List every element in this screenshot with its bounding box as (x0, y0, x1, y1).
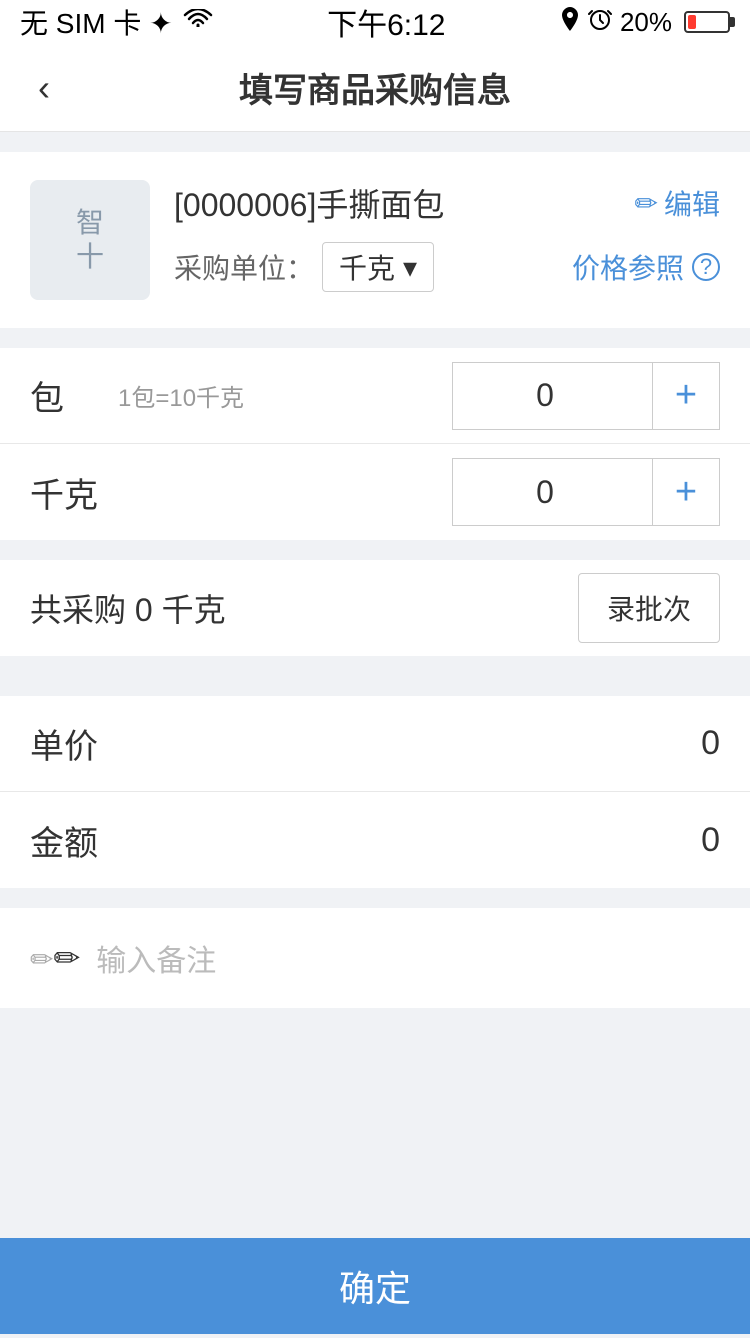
battery-icon (684, 11, 730, 33)
bag-label: 包 (30, 371, 110, 420)
bag-sublabel: 1包=10千克 (118, 378, 452, 413)
status-bar: 无 SIM 卡 ✦ 下午6:12 20% (0, 0, 750, 44)
summary-row: 共采购 0 千克 录批次 (0, 560, 750, 656)
unit-price-value: 0 (701, 724, 720, 763)
wifi-icon (183, 6, 213, 38)
product-unit-row: 采购单位： 千克 ▾ 价格参照 ? (174, 242, 720, 292)
price-ref-label: 价格参照 (572, 247, 684, 287)
kg-label: 千克 (30, 468, 110, 517)
unit-label: 采购单位： (174, 247, 314, 287)
product-header: [0000006]手撕面包 ✏ 编辑 (174, 180, 720, 226)
sim-label: 无 SIM 卡 ✦ (20, 2, 173, 42)
notes-placeholder: 输入备注 (96, 936, 216, 980)
divider-1 (0, 328, 750, 348)
kg-input-row: 千克 + (0, 444, 750, 540)
confirm-button[interactable]: 确定 (0, 1238, 750, 1334)
amount-label: 金额 (30, 816, 701, 865)
divider-3 (0, 656, 750, 676)
bag-plus-button[interactable]: + (652, 362, 720, 430)
info-icon: ? (692, 253, 720, 281)
quantity-section: 包 1包=10千克 + 千克 + (0, 348, 750, 540)
bag-input-wrapper: + (452, 362, 720, 430)
unit-price-row: 单价 0 (0, 696, 750, 792)
summary-section: 共采购 0 千克 录批次 (0, 560, 750, 656)
unit-price-label: 单价 (30, 719, 701, 768)
battery-percent: 20% (620, 7, 672, 38)
batch-button[interactable]: 录批次 (578, 573, 720, 643)
kg-quantity-input[interactable] (452, 458, 652, 526)
status-time: 下午6:12 (327, 0, 445, 44)
unit-value: 千克 (339, 247, 395, 287)
logo-line1: 智 (76, 206, 104, 240)
back-button[interactable]: ‹ (28, 57, 60, 119)
unit-select[interactable]: 千克 ▾ (322, 242, 434, 292)
status-right: 20% (560, 7, 730, 38)
notes-section[interactable]: ✏ 输入备注 (0, 908, 750, 1008)
amount-row: 金额 0 (0, 792, 750, 888)
kg-input-wrapper: + (452, 458, 720, 526)
amount-value: 0 (701, 821, 720, 860)
product-image: 智 十 (30, 180, 150, 300)
location-icon (560, 7, 580, 38)
summary-text: 共采购 0 千克 (30, 585, 578, 631)
product-card: 智 十 [0000006]手撕面包 ✏ 编辑 采购单位： 千克 ▾ 价格参照 ? (0, 152, 750, 328)
divider-2 (0, 540, 750, 560)
price-section: 单价 0 金额 0 (0, 696, 750, 888)
price-ref-button[interactable]: 价格参照 ? (572, 247, 720, 287)
edit-button[interactable]: ✏ 编辑 (635, 183, 720, 223)
bag-quantity-input[interactable] (452, 362, 652, 430)
edit-label: 编辑 (664, 183, 720, 223)
edit-pencil-icon: ✏ (635, 187, 658, 220)
notes-pencil-icon: ✏ (30, 939, 80, 977)
bag-input-row: 包 1包=10千克 + (0, 348, 750, 444)
kg-plus-button[interactable]: + (652, 458, 720, 526)
unit-dropdown-icon: ▾ (403, 251, 417, 284)
product-info: [0000006]手撕面包 ✏ 编辑 采购单位： 千克 ▾ 价格参照 ? (174, 180, 720, 292)
alarm-icon (588, 7, 612, 38)
page-title: 填写商品采购信息 (239, 63, 511, 112)
nav-bar: ‹ 填写商品采购信息 (0, 44, 750, 132)
status-left: 无 SIM 卡 ✦ (20, 2, 213, 42)
product-name: [0000006]手撕面包 (174, 180, 444, 226)
logo-line2: 十 (76, 240, 104, 274)
